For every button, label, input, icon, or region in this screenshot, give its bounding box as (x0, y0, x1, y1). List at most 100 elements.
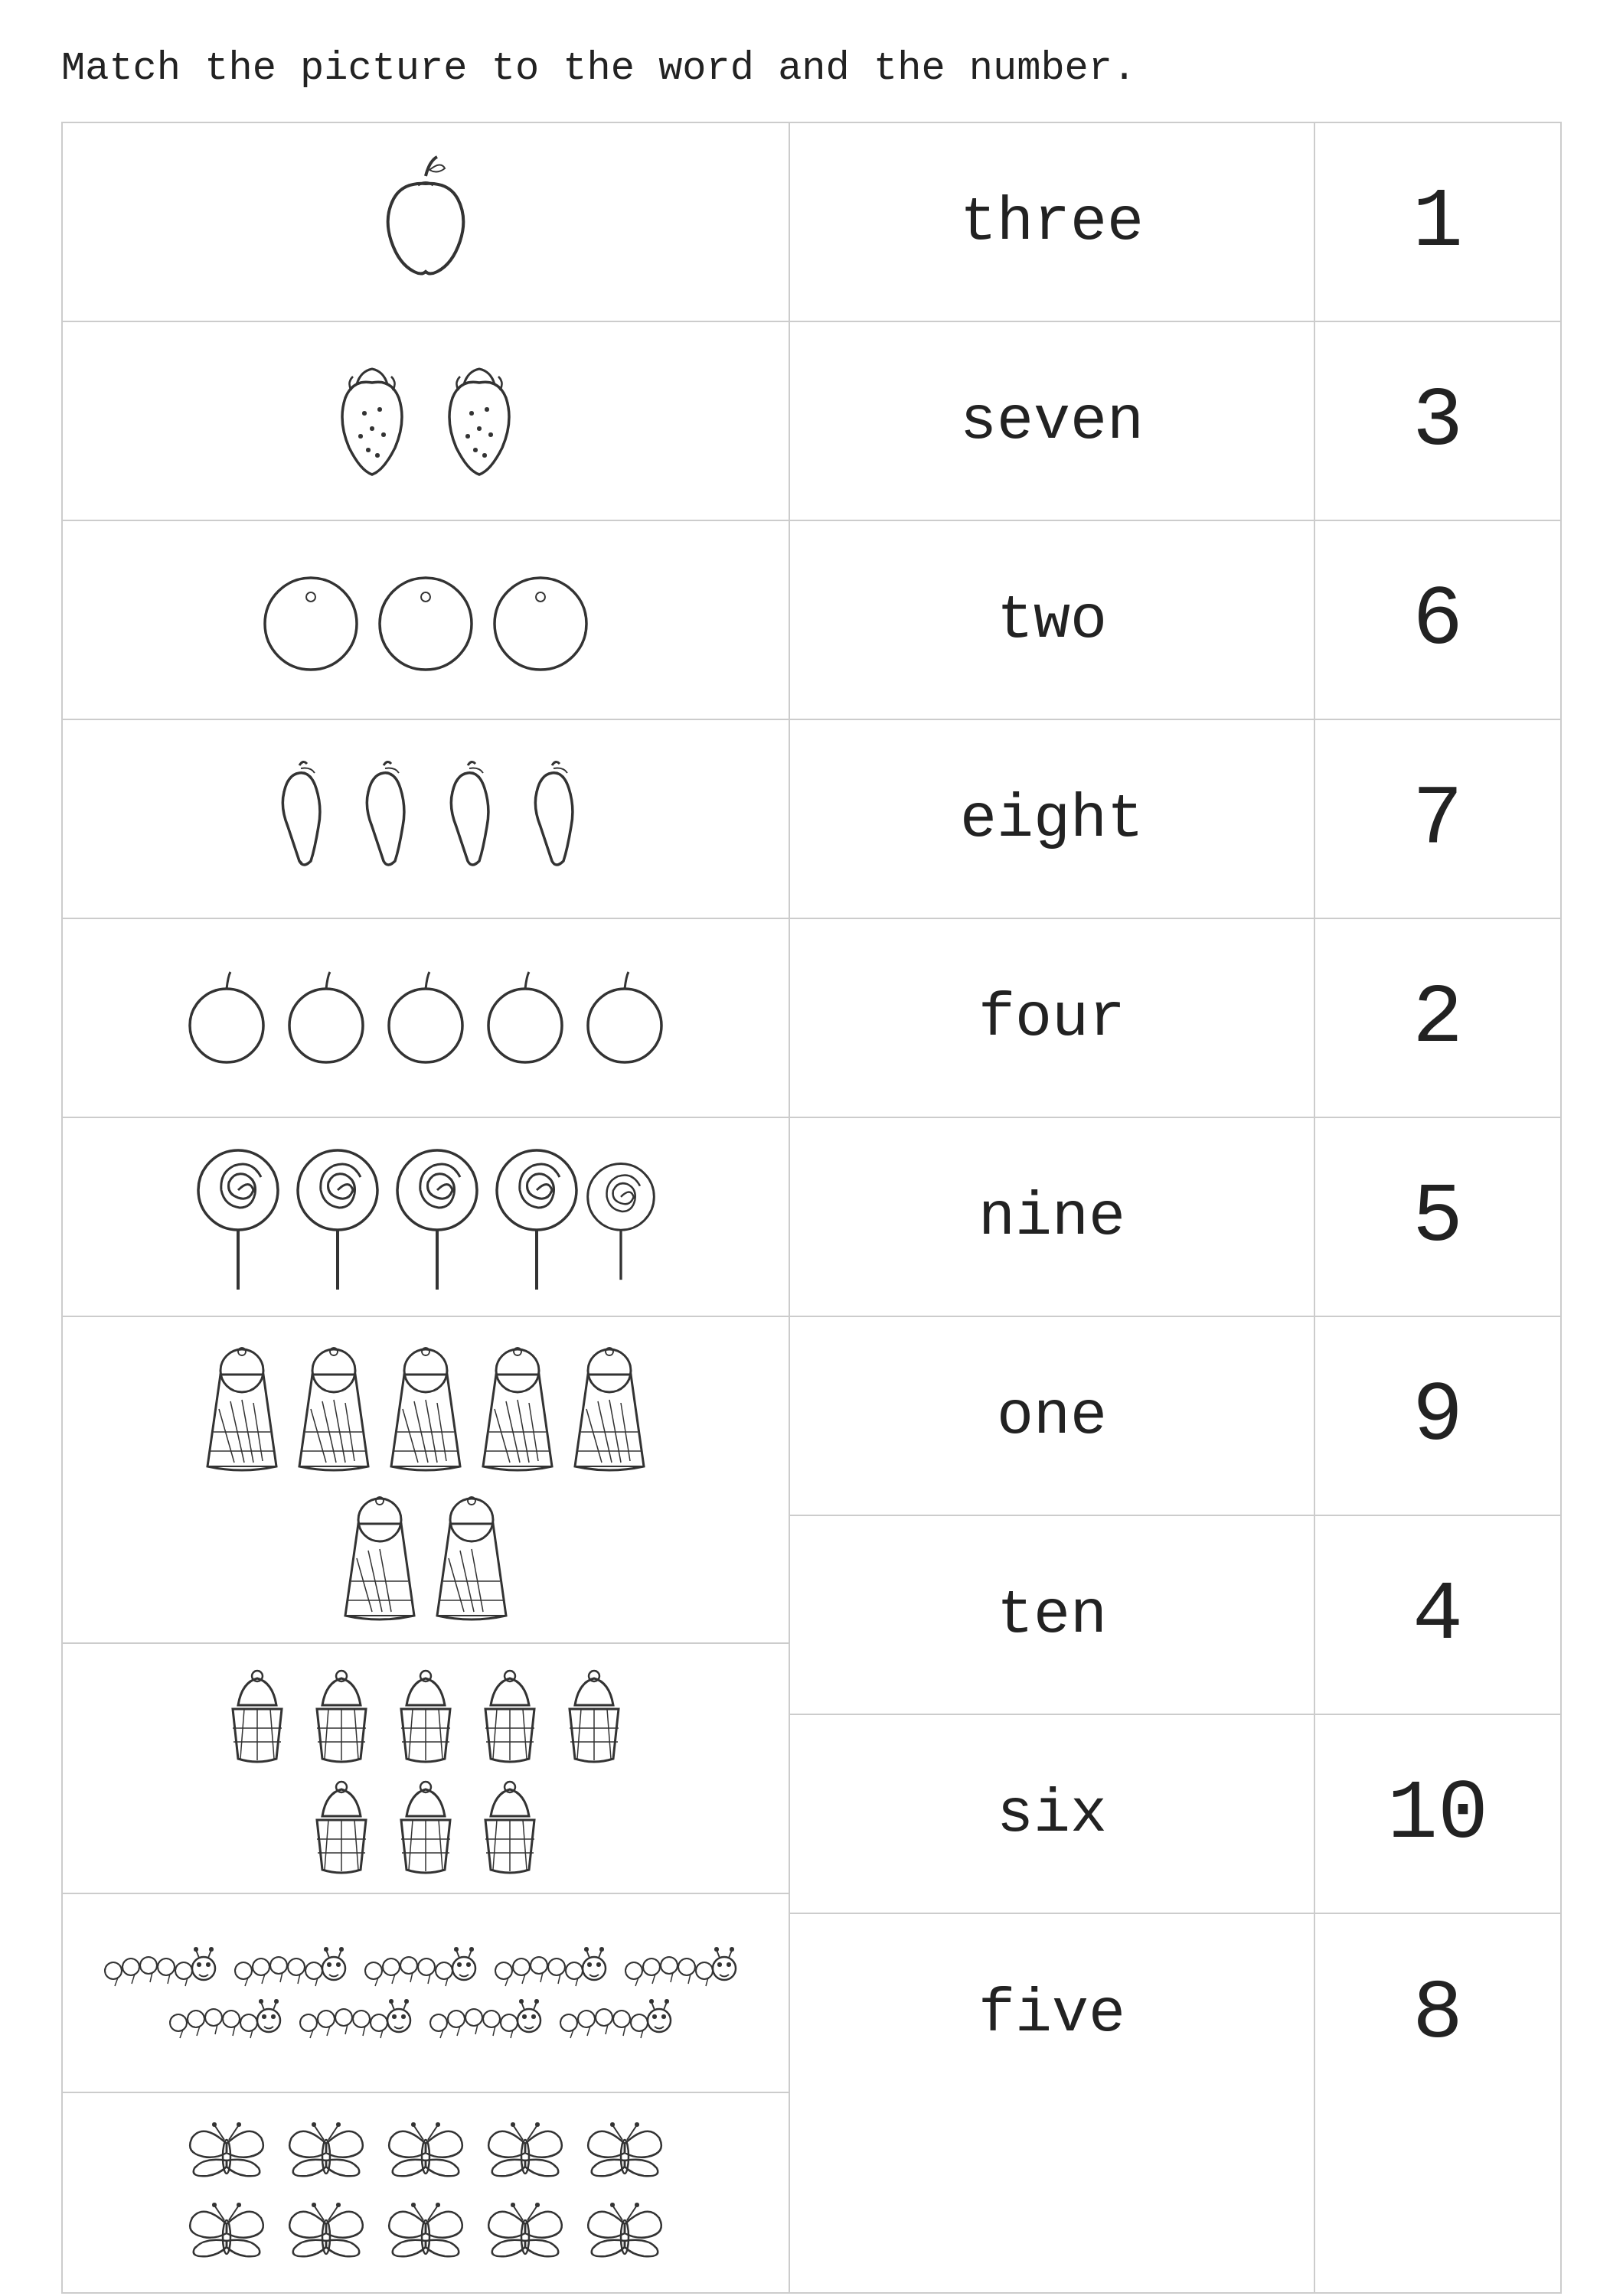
numbers-column: 1 3 6 7 2 5 9 4 10 8 (1315, 123, 1560, 2292)
svg-point-222 (714, 1947, 719, 1952)
picture-cell-butterfly (63, 2093, 789, 2292)
svg-point-120 (589, 1671, 599, 1681)
svg-point-148 (175, 1962, 192, 1979)
svg-point-267 (501, 2014, 518, 2031)
svg-line-39 (242, 1400, 253, 1463)
svg-point-24 (588, 989, 661, 1062)
svg-point-336 (436, 2203, 440, 2207)
svg-point-230 (188, 2011, 204, 2027)
svg-point-320 (610, 2122, 615, 2127)
svg-line-90 (449, 1558, 464, 1612)
svg-point-236 (271, 2014, 276, 2019)
svg-point-316 (535, 2122, 540, 2127)
svg-point-147 (158, 1958, 175, 1975)
svg-point-280 (560, 2014, 577, 2031)
svg-point-341 (535, 2203, 540, 2207)
svg-point-199 (566, 1962, 583, 1979)
svg-point-195 (495, 1962, 512, 1979)
svg-point-9 (477, 426, 482, 431)
svg-point-229 (170, 2014, 187, 2031)
svg-point-212 (625, 1962, 642, 1979)
words-numbers-columns: three seven two eight four nine one ten … (790, 123, 1560, 2292)
svg-point-252 (392, 2014, 397, 2019)
svg-point-184 (457, 1962, 462, 1967)
svg-point-126 (336, 1782, 347, 1792)
svg-line-66 (518, 1400, 529, 1463)
svg-line-105 (354, 1709, 358, 1759)
number-cell-5: 5 (1315, 1118, 1560, 1317)
svg-line-75 (609, 1400, 621, 1463)
svg-point-264 (448, 2011, 465, 2027)
svg-point-145 (122, 1958, 139, 1975)
svg-point-102 (336, 1671, 347, 1681)
number-cell-6: 6 (1315, 521, 1560, 720)
svg-line-103 (325, 1709, 328, 1759)
svg-point-182 (436, 1962, 452, 1979)
number-cell-10: 10 (1315, 1715, 1560, 1914)
svg-point-330 (312, 2203, 316, 2207)
svg-point-179 (383, 1958, 400, 1975)
word-cell-nine: nine (790, 1118, 1314, 1317)
svg-line-111 (439, 1709, 442, 1759)
svg-point-213 (643, 1958, 660, 1975)
svg-point-198 (548, 1958, 565, 1975)
svg-point-8 (485, 407, 489, 412)
word-cell-eight: eight (790, 720, 1314, 919)
svg-point-178 (365, 1962, 382, 1979)
svg-point-19 (536, 592, 545, 602)
svg-point-290 (649, 1999, 654, 2004)
svg-point-146 (140, 1957, 157, 1974)
svg-point-345 (610, 2203, 615, 2207)
picture-cell-icecream (63, 1317, 789, 1644)
number-cell-7: 7 (1315, 720, 1560, 919)
svg-point-311 (436, 2122, 440, 2127)
svg-line-64 (495, 1409, 510, 1463)
svg-point-340 (511, 2203, 515, 2207)
svg-point-3 (358, 434, 363, 439)
svg-point-283 (613, 2011, 630, 2027)
svg-point-196 (513, 1958, 530, 1975)
svg-point-165 (305, 1962, 322, 1979)
svg-point-23 (488, 989, 562, 1062)
svg-point-321 (635, 2122, 639, 2127)
number-cell-3: 3 (1315, 322, 1560, 521)
svg-point-310 (411, 2122, 416, 2127)
svg-point-315 (511, 2122, 515, 2127)
svg-point-155 (209, 1947, 214, 1952)
svg-point-335 (411, 2203, 416, 2207)
svg-point-306 (336, 2122, 341, 2127)
svg-point-22 (389, 989, 462, 1062)
svg-line-117 (523, 1709, 527, 1759)
svg-point-214 (661, 1957, 678, 1974)
svg-point-161 (235, 1962, 252, 1979)
word-cell-two: two (790, 521, 1314, 720)
svg-point-232 (223, 2011, 240, 2027)
svg-point-249 (353, 2011, 370, 2027)
svg-point-246 (300, 2014, 317, 2031)
svg-point-248 (335, 2009, 352, 2026)
svg-point-205 (584, 1947, 589, 1952)
svg-point-151 (206, 1962, 211, 1967)
svg-point-96 (252, 1671, 263, 1681)
svg-point-172 (339, 1947, 344, 1952)
svg-point-11 (488, 432, 493, 437)
svg-point-286 (652, 2014, 657, 2019)
word-cell-four: four (790, 919, 1314, 1118)
svg-line-139 (493, 1820, 497, 1870)
svg-point-138 (505, 1782, 515, 1792)
svg-line-97 (240, 1709, 244, 1759)
svg-point-291 (665, 1999, 669, 2004)
instruction-text: Match the picture to the word and the nu… (61, 46, 1562, 91)
svg-point-13 (482, 453, 487, 458)
svg-point-6 (375, 453, 380, 458)
svg-point-2 (370, 426, 374, 431)
svg-point-282 (596, 2009, 612, 2026)
svg-point-17 (421, 592, 430, 602)
svg-point-215 (678, 1958, 695, 1975)
svg-point-163 (270, 1957, 287, 1974)
svg-line-109 (409, 1709, 413, 1759)
svg-point-273 (519, 1999, 524, 2004)
words-column: three seven two eight four nine one ten … (790, 123, 1315, 2292)
svg-point-206 (599, 1947, 604, 1952)
svg-line-121 (577, 1709, 581, 1759)
